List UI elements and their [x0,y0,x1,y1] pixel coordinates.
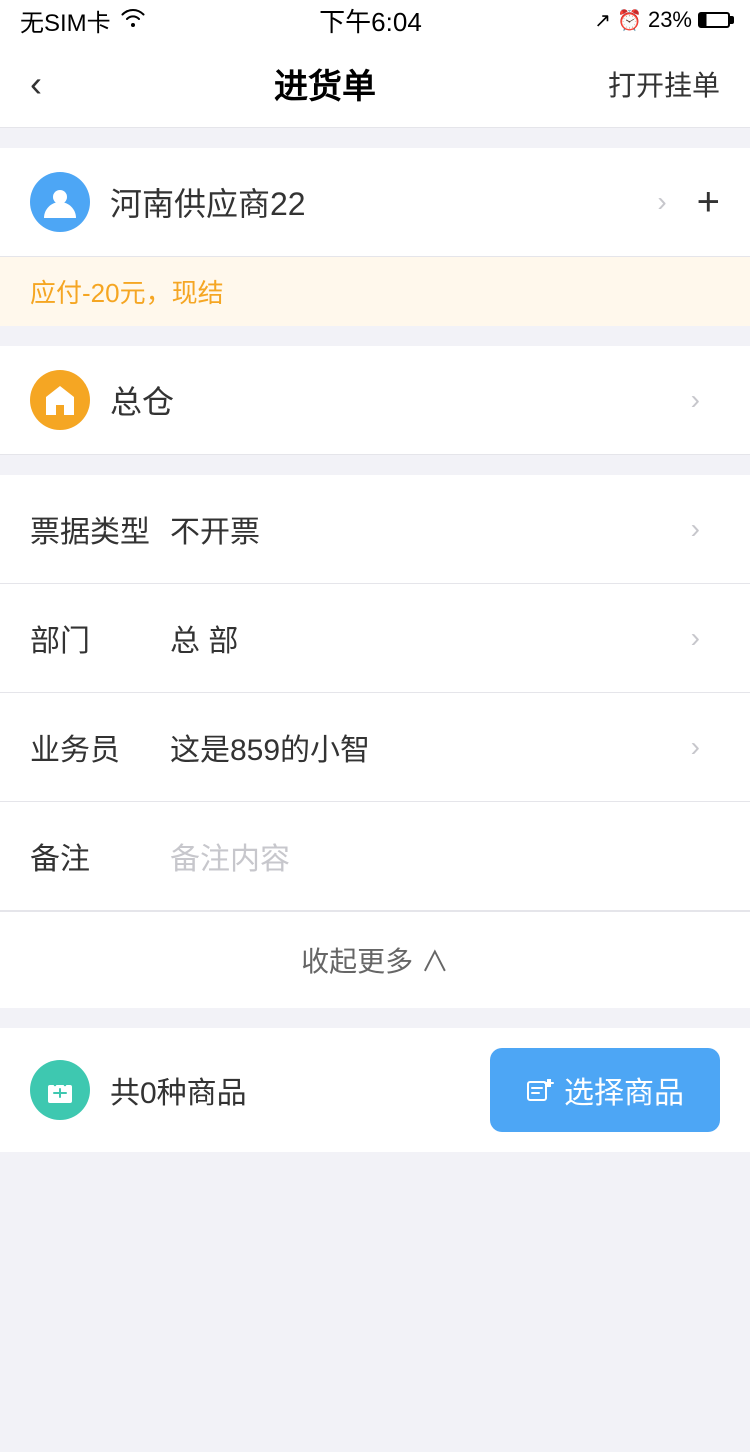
note-row[interactable]: 备注 备注内容 [0,802,750,911]
supplier-section: 河南供应商22 › + 应付-20元，现结 [0,148,750,346]
note-placeholder[interactable]: 备注内容 [170,834,720,878]
warehouse-icon [30,370,90,430]
warehouse-section: 总仓 › [0,346,750,455]
back-button[interactable]: ‹ [30,63,42,105]
location-icon: ↗ [594,8,611,33]
invoice-chevron-icon: › [691,513,700,545]
select-product-icon [526,1076,554,1104]
bag-icon [43,1073,77,1107]
product-bar: 共0种商品 选择商品 [0,1028,750,1152]
status-time: 下午6:04 [319,2,422,39]
notice-row: 应付-20元，现结 [0,257,750,346]
supplier-chevron-icon: › [657,186,666,218]
product-count: 共0种商品 [110,1068,470,1112]
battery-icon [698,12,730,28]
product-icon [30,1060,90,1120]
sales-row[interactable]: 业务员 这是859的小智 › [0,693,750,802]
collapse-row[interactable]: 收起更多 ∧ [0,911,750,1008]
nav-bar: ‹ 进货单 打开挂单 [0,40,750,128]
warehouse-row[interactable]: 总仓 › [0,346,750,455]
dept-label: 部门 [30,616,170,660]
page-title: 进货单 [274,59,376,108]
dept-row[interactable]: 部门 总 部 › [0,584,750,693]
wifi-icon [119,6,147,34]
supplier-avatar [30,172,90,232]
sales-label: 业务员 [30,725,170,769]
sales-chevron-icon: › [691,731,700,763]
warehouse-chevron-icon: › [691,384,700,416]
invoice-label: 票据类型 [30,507,170,551]
sales-value: 这是859的小智 [170,725,691,769]
battery-text: 23% [648,7,692,33]
note-label: 备注 [30,834,170,878]
dept-chevron-icon: › [691,622,700,654]
page-rest [0,1152,750,1452]
select-product-label: 选择商品 [564,1068,684,1112]
supplier-name: 河南供应商22 [110,179,657,225]
status-right: ↗ ⏰ 23% [594,7,730,33]
dept-value: 总 部 [170,616,691,660]
invoice-row[interactable]: 票据类型 不开票 › [0,475,750,584]
carrier-text: 无SIM卡 [20,3,111,38]
supplier-row[interactable]: 河南供应商22 › + [0,148,750,257]
house-icon [43,383,77,417]
select-product-button[interactable]: 选择商品 [490,1048,720,1132]
notice-text: 应付-20元，现结 [30,278,224,308]
mid-divider [0,455,750,475]
status-bar: 无SIM卡 下午6:04 ↗ ⏰ 23% [0,0,750,40]
form-section: 票据类型 不开票 › 部门 总 部 › 业务员 这是859的小智 › 备注 备注… [0,475,750,1008]
collapse-label: 收起更多 ∧ [301,940,449,980]
open-pending-button[interactable]: 打开挂单 [608,64,720,104]
warehouse-name: 总仓 [110,377,691,423]
status-left: 无SIM卡 [20,3,147,38]
person-icon [42,184,78,220]
top-divider [0,128,750,148]
alarm-icon: ⏰ [617,8,642,33]
bottom-divider [0,1008,750,1028]
add-supplier-button[interactable]: + [697,180,720,225]
invoice-value: 不开票 [170,507,691,551]
